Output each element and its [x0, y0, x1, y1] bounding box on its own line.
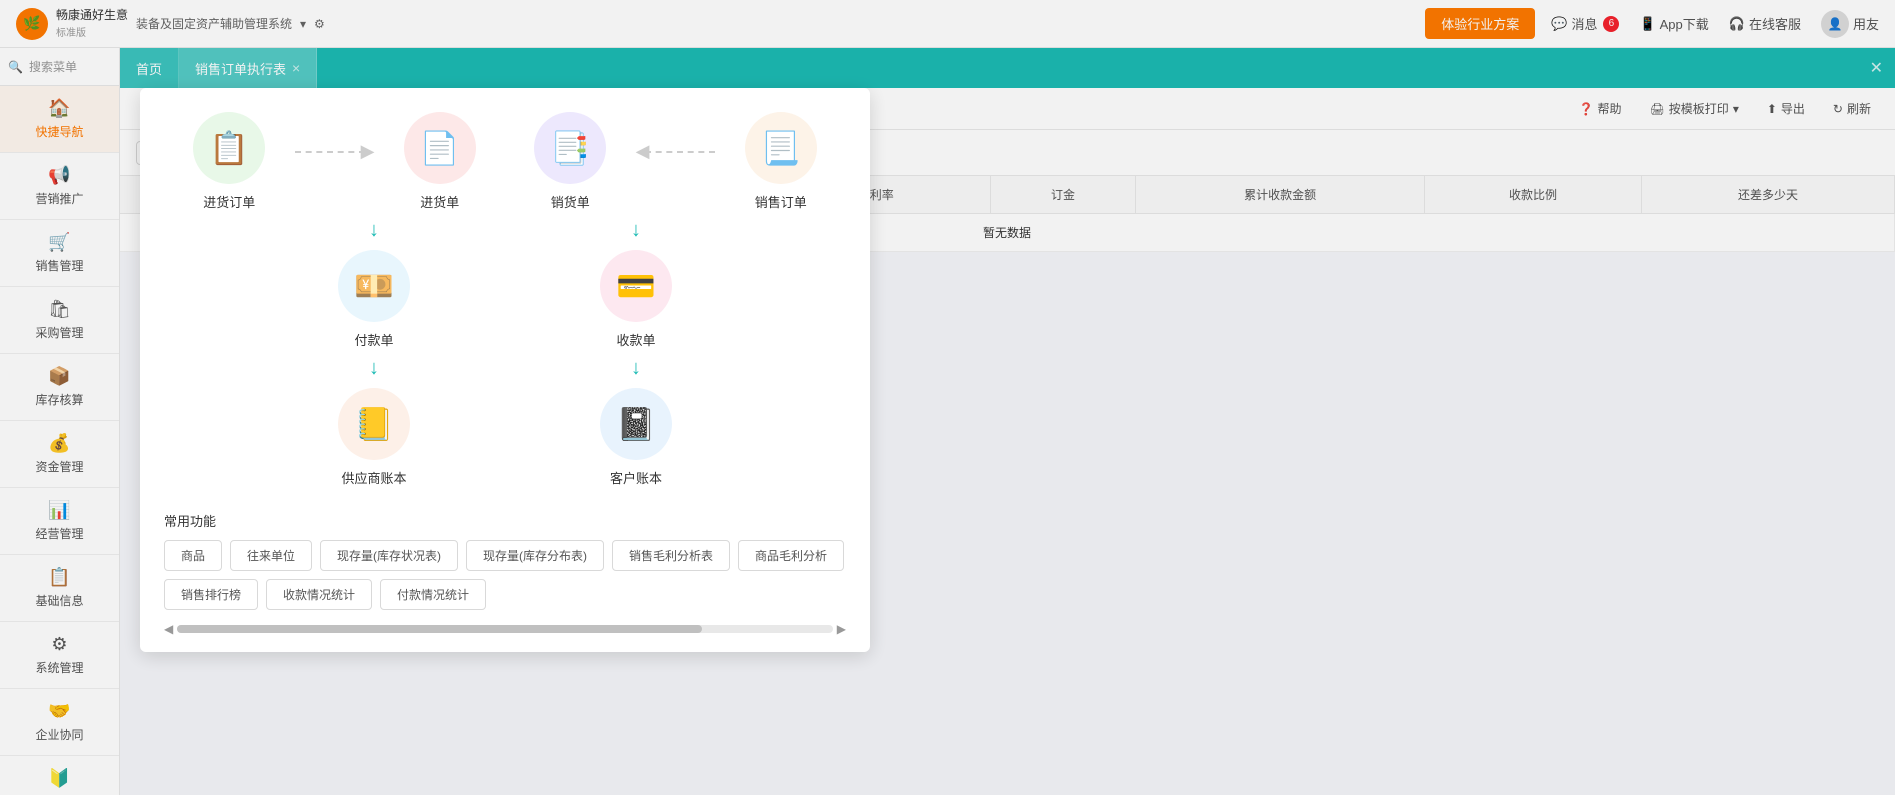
quick-btn-sales-rank[interactable]: 销售排行榜 [164, 579, 258, 610]
arrow-down-payment: ↓ [304, 357, 444, 380]
quick-btn-sales-profit[interactable]: 销售毛利分析表 [612, 540, 730, 571]
customer-ledger-label: 客户账本 [610, 468, 662, 487]
purchase-bill-circle[interactable]: 📄 [404, 112, 476, 184]
supplier-ledger-label: 供应商账本 [341, 468, 406, 487]
arrow-down-receipt: ↓ [566, 357, 706, 380]
sales-bill-label: 销货单 [551, 192, 590, 211]
flow-node-payment[interactable]: 💴 付款单 [304, 250, 444, 349]
flow-node-customer-ledger[interactable]: 📓 客户账本 [566, 388, 706, 487]
quick-btn-product-profit[interactable]: 商品毛利分析 [738, 540, 844, 571]
receipt-icon: 💳 [616, 267, 656, 305]
payment-icon: 💴 [354, 267, 394, 305]
purchase-bill-icon: 📄 [420, 129, 460, 167]
customer-ledger-circle[interactable]: 📓 [600, 388, 672, 460]
flow-node-supplier-ledger[interactable]: 📒 供应商账本 [304, 388, 444, 487]
quick-btn-stock-dist[interactable]: 现存量(库存分布表) [466, 540, 604, 571]
quick-buttons-row2: 销售排行榜 收款情况统计 付款情况统计 [164, 579, 846, 610]
flow-node-sales-bill[interactable]: 📑 销货单 [505, 112, 636, 211]
supplier-ledger-icon: 📒 [354, 405, 394, 443]
receipt-label: 收款单 [616, 330, 655, 349]
purchase-bill-label: 进货单 [420, 192, 459, 211]
sales-order-circle[interactable]: 📃 [745, 112, 817, 184]
purchase-order-label: 进货订单 [203, 192, 255, 211]
flow-diagram: 📋 进货订单 ▶ 📄 进货单 [164, 112, 846, 487]
sales-bill-circle[interactable]: 📑 [534, 112, 606, 184]
quick-btn-receipt-stat[interactable]: 收款情况统计 [266, 579, 372, 610]
arrow-down-sales: ↓ [566, 219, 706, 242]
arrow-left-1: ◀ [636, 141, 716, 162]
arrow-down-purchase: ↓ [304, 219, 444, 242]
receipt-circle[interactable]: 💳 [600, 250, 672, 322]
quick-functions: 常用功能 商品 往来单位 现存量(库存状况表) 现存量(库存分布表) 销售毛利分… [164, 511, 846, 610]
scroll-right-icon[interactable]: ▶ [837, 622, 846, 636]
scrollbar-track[interactable] [177, 625, 833, 633]
flow-node-receipt[interactable]: 💳 收款单 [566, 250, 706, 349]
overlay[interactable]: 📋 进货订单 ▶ 📄 进货单 [0, 0, 1895, 795]
purchase-order-icon: 📋 [209, 129, 249, 167]
sales-bill-icon: 📑 [550, 129, 590, 167]
purchase-order-circle[interactable]: 📋 [193, 112, 265, 184]
arrow-right-1: ▶ [295, 141, 375, 162]
sales-order-label: 销售订单 [755, 192, 807, 211]
payment-circle[interactable]: 💴 [338, 250, 410, 322]
quick-btn-product[interactable]: 商品 [164, 540, 222, 571]
supplier-ledger-circle[interactable]: 📒 [338, 388, 410, 460]
quick-functions-title: 常用功能 [164, 511, 846, 530]
quick-buttons-row1: 商品 往来单位 现存量(库存状况表) 现存量(库存分布表) 销售毛利分析表 商品… [164, 540, 846, 571]
flow-node-purchase-order[interactable]: 📋 进货订单 [164, 112, 295, 211]
quick-btn-payment-stat[interactable]: 付款情况统计 [380, 579, 486, 610]
payment-label: 付款单 [354, 330, 393, 349]
flow-node-purchase-bill[interactable]: 📄 进货单 [374, 112, 505, 211]
scrollbar-row: ◀ ▶ [164, 622, 846, 636]
quick-btn-partners[interactable]: 往来单位 [230, 540, 312, 571]
popup-card: 📋 进货订单 ▶ 📄 进货单 [140, 88, 870, 652]
quick-btn-stock-status[interactable]: 现存量(库存状况表) [320, 540, 458, 571]
sales-order-icon: 📃 [761, 129, 801, 167]
flow-node-sales-order[interactable]: 📃 销售订单 [715, 112, 846, 211]
customer-ledger-icon: 📓 [616, 405, 656, 443]
scrollbar-thumb [177, 625, 701, 633]
scroll-left-icon[interactable]: ◀ [164, 622, 173, 636]
